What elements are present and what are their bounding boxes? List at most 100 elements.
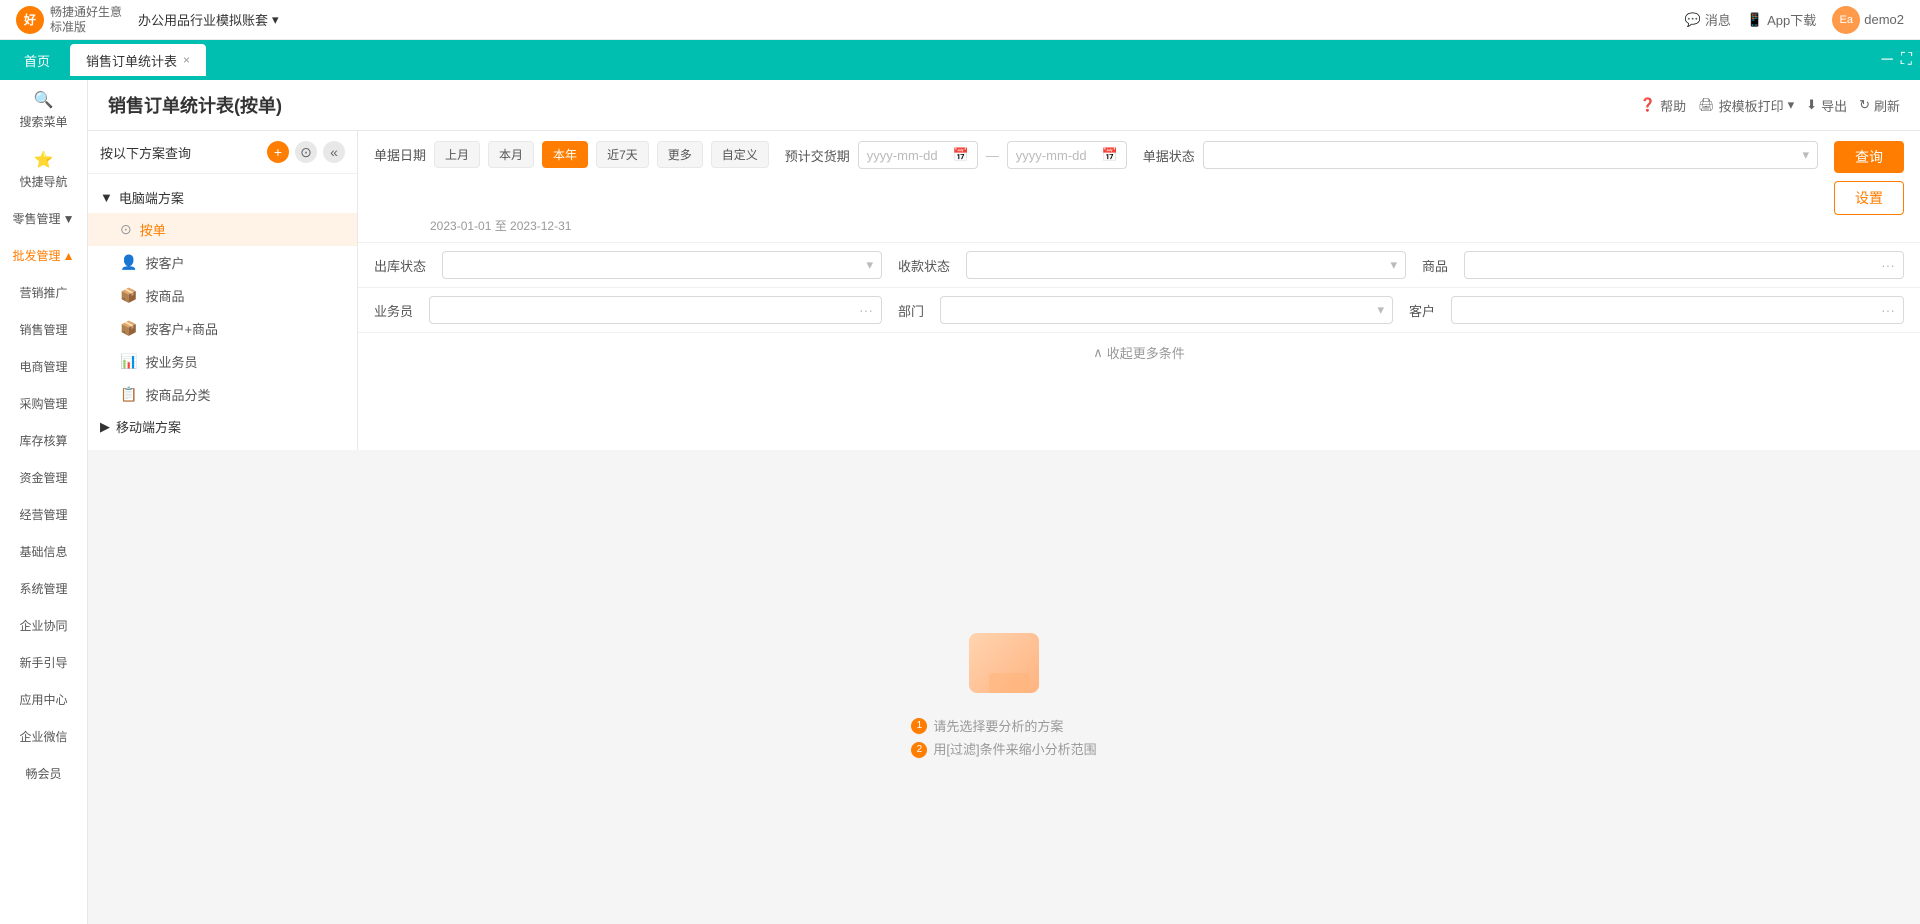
user-area[interactable]: Ea demo2 [1832, 6, 1904, 34]
empty-tips: 1 请先选择要分析的方案 2 用[过滤]条件来缩小分析范围 [911, 715, 1096, 762]
star-icon: ⭐ [34, 150, 54, 170]
sidebar-item-guide[interactable]: 新手引导 [0, 644, 87, 681]
sidebar-item-finance[interactable]: 资金管理 [0, 459, 87, 496]
status-filter-label: 单据状态 [1143, 146, 1195, 165]
print-icon: 🖨 [1698, 97, 1715, 113]
collapse-filters-button[interactable]: ∧ 收起更多条件 [1093, 343, 1185, 362]
date-range-hint: 2023-01-01 至 2023-12-31 [414, 215, 1920, 242]
print-button[interactable]: 🖨 按模板打印 ▾ [1698, 96, 1794, 115]
chevron-down-icon: ▼ [100, 190, 113, 205]
collapse-panel-button[interactable]: « [323, 141, 345, 163]
empty-state: 1 请先选择要分析的方案 2 用[过滤]条件来缩小分析范围 [88, 450, 1920, 924]
window-minimize-icon[interactable]: ─ [1881, 51, 1892, 69]
salesperson-dots-icon[interactable]: ··· [859, 302, 873, 318]
scheme-item-by-category[interactable]: 📋 按商品分类 [88, 378, 357, 411]
sidebar-item-wechat[interactable]: 企业微信 [0, 718, 87, 755]
app-download-button[interactable]: 📱 App下载 [1747, 10, 1816, 29]
collapse-row: ∧ 收起更多条件 [358, 332, 1920, 372]
scheme-item-by-customer-goods[interactable]: 📦 按客户+商品 [88, 312, 357, 345]
app-selector[interactable]: 办公用品行业模拟账套 ▾ [130, 10, 287, 29]
collapse-icon: ∧ [1093, 345, 1103, 361]
expected-date-end[interactable]: yyyy-mm-dd 📅 [1007, 141, 1127, 169]
date-filter-label: 单据日期 [374, 145, 426, 164]
tab-close-icon[interactable]: × [183, 53, 190, 67]
sidebar-item-marketing[interactable]: 营销推广 [0, 274, 87, 311]
calendar-icon: 📅 [953, 147, 969, 163]
sidebar-item-search[interactable]: 🔍 搜索菜单 [0, 80, 87, 140]
tab-bar-actions: ─ ⛶ [1881, 51, 1912, 69]
tip-2-num: 2 [911, 742, 927, 758]
status-select[interactable]: ▾ [1203, 141, 1818, 169]
scheme-item-by-salesperson[interactable]: 📊 按业务员 [88, 345, 357, 378]
refresh-button[interactable]: ↻ 刷新 [1859, 96, 1900, 115]
sidebar-item-appcenter[interactable]: 应用中心 [0, 681, 87, 718]
logo-area: 好 畅捷通好生意 标准版 [16, 5, 122, 34]
settings-button[interactable]: 设置 [1834, 181, 1904, 215]
scheme-item-by-goods[interactable]: 📦 按商品 [88, 279, 357, 312]
empty-tip-2: 2 用[过滤]条件来缩小分析范围 [911, 738, 1096, 761]
sidebar-item-corp[interactable]: 企业协同 [0, 607, 87, 644]
goods-dots-icon[interactable]: ··· [1881, 257, 1895, 273]
date-btn-this-year[interactable]: 本年 [542, 141, 588, 168]
customer-dots-icon[interactable]: ··· [1881, 302, 1895, 318]
window-maximize-icon[interactable]: ⛶ [1901, 51, 1912, 69]
filter-row-2: 出库状态 ▾ 收款状态 ▾ 商品 ··· [358, 242, 1920, 287]
chevron-down-icon: ▾ [866, 257, 873, 273]
export-button[interactable]: ⬇ 导出 [1806, 96, 1847, 115]
radio-icon: ⊙ [120, 221, 132, 238]
top-bar: 好 畅捷通好生意 标准版 办公用品行业模拟账套 ▾ 💬 消息 📱 App下载 E… [0, 0, 1920, 40]
sidebar-item-shortcut[interactable]: ⭐ 快捷导航 [0, 140, 87, 200]
message-button[interactable]: 💬 消息 [1685, 10, 1731, 29]
top-section-body: 按以下方案查询 + ⊙ « ▼ 电脑端方案 ⊙ [88, 131, 1920, 450]
help-button[interactable]: ❓ 帮助 [1640, 96, 1686, 115]
sidebar-item-ecommerce[interactable]: 电商管理 [0, 348, 87, 385]
date-btn-more[interactable]: 更多 [657, 141, 703, 168]
expected-date-start[interactable]: yyyy-mm-dd 📅 [858, 141, 978, 169]
salesperson-select[interactable]: ··· [429, 296, 882, 324]
sidebar-item-wholesale[interactable]: 批发管理 ▲ [0, 237, 87, 274]
right-filter: 单据日期 上月 本月 本年 近7天 更多 自定义 预计交货期 y [358, 131, 1920, 450]
sidebar-item-member[interactable]: 畅会员 [0, 755, 87, 792]
sidebar-item-sales[interactable]: 销售管理 [0, 311, 87, 348]
avatar: Ea [1832, 6, 1860, 34]
tab-sales-order[interactable]: 销售订单统计表 × [70, 44, 206, 76]
date-btn-this-month[interactable]: 本月 [488, 141, 534, 168]
sidebar-item-system[interactable]: 系统管理 [0, 570, 87, 607]
scheme-item-by-order[interactable]: ⊙ 按单 [88, 213, 357, 246]
date-btn-custom[interactable]: 自定义 [711, 141, 769, 168]
sidebar-item-business[interactable]: 经营管理 [0, 496, 87, 533]
department-select[interactable]: ▾ [940, 296, 1393, 324]
chevron-right-icon: ▶ [100, 419, 110, 435]
sidebar-item-purchase[interactable]: 采购管理 [0, 385, 87, 422]
logo-text: 畅捷通好生意 标准版 [50, 5, 122, 34]
customer-icon: 👤 [120, 254, 137, 271]
date-btn-last-month[interactable]: 上月 [434, 141, 480, 168]
goods-select[interactable]: ··· [1464, 251, 1904, 279]
tab-home[interactable]: 首页 [8, 44, 66, 76]
empty-image [954, 613, 1054, 703]
chevron-down-icon2: ▾ [1390, 257, 1397, 273]
sidebar-item-retail[interactable]: 零售管理 ▼ [0, 200, 87, 237]
export-icon: ⬇ [1806, 97, 1817, 113]
chevron-down-icon: ▼ [63, 212, 75, 226]
scheme-item-by-customer[interactable]: 👤 按客户 [88, 246, 357, 279]
sidebar-item-basic[interactable]: 基础信息 [0, 533, 87, 570]
page-header: 销售订单统计表(按单) ❓ 帮助 🖨 按模板打印 ▾ ⬇ 导出 ↻ 刷新 [88, 80, 1920, 131]
add-scheme-button[interactable]: + [267, 141, 289, 163]
left-panel-header: 按以下方案查询 + ⊙ « [88, 131, 357, 174]
payment-status-select[interactable]: ▾ [966, 251, 1406, 279]
edit-scheme-button[interactable]: ⊙ [295, 141, 317, 163]
ship-status-select[interactable]: ▾ [442, 251, 882, 279]
query-button[interactable]: 查询 [1834, 141, 1904, 173]
goods-icon: 📦 [120, 287, 137, 304]
chevron-down-icon: ▾ [1788, 97, 1795, 113]
chevron-down-icon: ▾ [272, 12, 279, 28]
customer-select[interactable]: ··· [1451, 296, 1904, 324]
date-btn-7days[interactable]: 近7天 [596, 141, 649, 168]
scheme-section-desktop[interactable]: ▼ 电脑端方案 [88, 182, 357, 213]
sidebar-item-inventory[interactable]: 库存核算 [0, 422, 87, 459]
department-label: 部门 [898, 301, 924, 320]
empty-illustration: 1 请先选择要分析的方案 2 用[过滤]条件来缩小分析范围 [911, 613, 1096, 762]
main-layout: 🔍 搜索菜单 ⭐ 快捷导航 零售管理 ▼ 批发管理 ▲ 营销推广 销售管理 电商… [0, 80, 1920, 924]
scheme-section-mobile[interactable]: ▶ 移动端方案 [88, 411, 357, 442]
